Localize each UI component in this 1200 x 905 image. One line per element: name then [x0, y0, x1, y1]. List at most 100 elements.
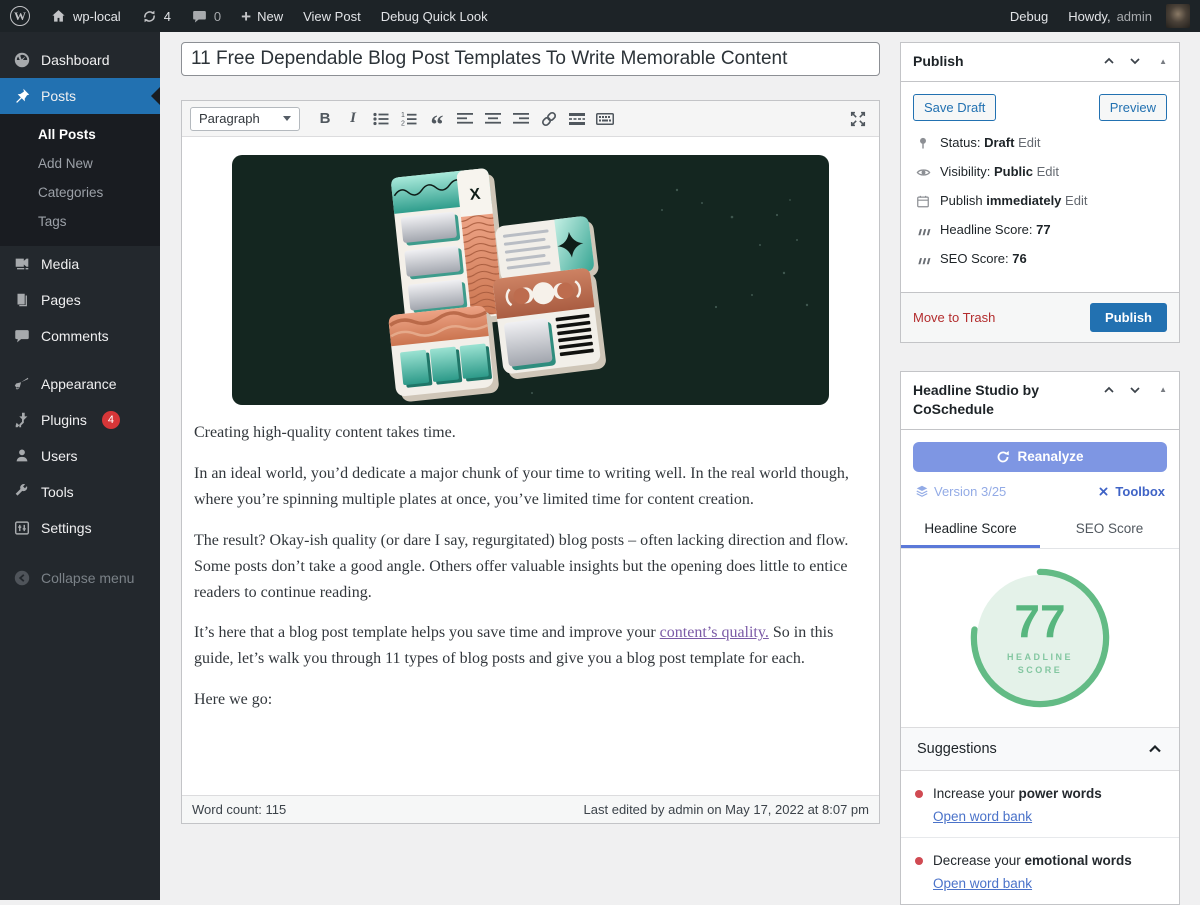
site-name-link[interactable]: wp-local: [40, 0, 131, 32]
edit-status-link[interactable]: Edit: [1018, 135, 1040, 150]
read-more-button[interactable]: [564, 106, 590, 132]
insert-link-button[interactable]: [536, 106, 562, 132]
collapse-icon: [12, 569, 32, 587]
edit-schedule-link[interactable]: Edit: [1065, 193, 1087, 208]
move-up-button[interactable]: [1101, 53, 1117, 69]
publish-button[interactable]: Publish: [1090, 303, 1167, 332]
paragraph: The result? Okay-ish quality (or dare I …: [194, 528, 867, 606]
numbered-list-button[interactable]: 12: [396, 106, 422, 132]
move-up-button[interactable]: [1101, 382, 1117, 398]
visibility-icon: [915, 164, 931, 180]
updates-link[interactable]: 4: [131, 0, 181, 32]
italic-button[interactable]: I: [340, 106, 366, 132]
editor-status-bar: Word count: 115 Last edited by admin on …: [182, 795, 879, 823]
avatar: [1166, 4, 1190, 28]
admin-bar-right: Debug Howdy, admin: [1000, 0, 1200, 32]
editor-column: Paragraph B I 12 “: [181, 42, 880, 900]
media-icon: [12, 255, 32, 273]
publish-box: Publish ▲ Save Draft Preview Status: Dra…: [900, 42, 1180, 343]
paragraph-format-select[interactable]: Paragraph: [190, 107, 300, 131]
debug-quick-look-link[interactable]: Debug Quick Look: [371, 0, 498, 32]
align-center-button[interactable]: [480, 106, 506, 132]
comments-menu-icon: [12, 327, 32, 345]
sidebar-item-media[interactable]: Media: [0, 246, 160, 282]
tab-headline-score[interactable]: Headline Score: [901, 511, 1040, 548]
comments-link[interactable]: 0: [181, 0, 231, 32]
pages-icon: [12, 291, 32, 309]
sidebar-item-comments[interactable]: Comments: [0, 318, 160, 354]
collapse-menu-button[interactable]: Collapse menu: [0, 560, 160, 596]
home-icon: [50, 8, 67, 25]
suggestion-item: Decrease your emotional words Open word …: [901, 837, 1179, 904]
align-left-icon: [455, 109, 475, 129]
debug-link[interactable]: Debug: [1000, 0, 1058, 32]
sidebar-item-all-posts[interactable]: All Posts: [0, 120, 160, 149]
svg-text:1: 1: [401, 112, 405, 119]
version-icon: [915, 484, 929, 498]
tools-icon: [12, 483, 32, 501]
paragraph: In an ideal world, you’d dedicate a majo…: [194, 461, 867, 513]
new-content-link[interactable]: + New: [231, 0, 293, 32]
open-word-bank-link[interactable]: Open word bank: [933, 809, 1032, 824]
edit-visibility-link[interactable]: Edit: [1037, 164, 1059, 179]
post-title-input[interactable]: [181, 42, 880, 76]
editor-content[interactable]: X: [182, 137, 879, 795]
howdy-text: Howdy,: [1068, 9, 1110, 24]
toggle-panel-button[interactable]: ▲: [1153, 57, 1167, 66]
main-content: Paragraph B I 12 “: [160, 32, 1200, 900]
align-center-icon: [483, 109, 503, 129]
align-right-button[interactable]: [508, 106, 534, 132]
sidebar-item-plugins[interactable]: Plugins 4: [0, 402, 160, 438]
suggestions-header[interactable]: Suggestions: [901, 727, 1179, 771]
headline-studio-header: Headline Studio by CoSchedule ▲: [901, 372, 1179, 430]
bullet-list-button[interactable]: [368, 106, 394, 132]
move-to-trash-link[interactable]: Move to Trash: [913, 310, 995, 325]
schedule-icon: [915, 193, 931, 209]
update-icon: [141, 8, 158, 25]
read-more-icon: [567, 109, 587, 129]
new-label: New: [257, 9, 283, 24]
move-down-button[interactable]: [1127, 53, 1143, 69]
toggle-panel-button[interactable]: ▲: [1153, 385, 1167, 394]
sidebar-item-categories[interactable]: Categories: [0, 178, 160, 207]
publish-box-body: Save Draft Preview Status: Draft Edit Vi…: [901, 82, 1179, 292]
paragraph: It’s here that a blog post template help…: [194, 620, 867, 672]
tab-seo-score[interactable]: SEO Score: [1040, 511, 1179, 548]
sidebar-item-pages[interactable]: Pages: [0, 282, 160, 318]
sidebar-item-dashboard[interactable]: Dashboard: [0, 42, 160, 78]
sidebar-item-users[interactable]: Users: [0, 438, 160, 474]
sidebar-item-tags[interactable]: Tags: [0, 207, 160, 236]
wordpress-menu[interactable]: W: [0, 0, 40, 32]
open-word-bank-link[interactable]: Open word bank: [933, 876, 1032, 891]
toolbar-toggle-button[interactable]: [592, 106, 618, 132]
reanalyze-button[interactable]: Reanalyze: [913, 442, 1167, 472]
keyboard-icon: [595, 109, 615, 129]
my-account-link[interactable]: Howdy, admin: [1058, 0, 1200, 32]
sidebar-item-tools[interactable]: Tools: [0, 474, 160, 510]
content-quality-link[interactable]: content’s quality.: [660, 624, 769, 641]
blockquote-button[interactable]: “: [424, 106, 450, 132]
move-down-button[interactable]: [1127, 382, 1143, 398]
chevron-down-icon: [283, 116, 291, 121]
username: admin: [1117, 9, 1152, 24]
classic-editor: Paragraph B I 12 “: [181, 100, 880, 824]
align-right-icon: [511, 109, 531, 129]
fullscreen-icon: [849, 110, 867, 128]
plugins-update-badge: 4: [102, 411, 120, 429]
save-draft-button[interactable]: Save Draft: [913, 94, 996, 121]
sidebar-item-settings[interactable]: Settings: [0, 510, 160, 546]
toolbox-button[interactable]: Toolbox: [1097, 484, 1165, 499]
preview-button[interactable]: Preview: [1099, 94, 1167, 121]
align-left-button[interactable]: [452, 106, 478, 132]
sidebar-item-posts[interactable]: Posts: [0, 78, 160, 114]
sidebar-item-add-new[interactable]: Add New: [0, 149, 160, 178]
bold-button[interactable]: B: [312, 106, 338, 132]
fullscreen-button[interactable]: [845, 106, 871, 132]
wordpress-logo-icon: W: [10, 6, 30, 26]
numbered-list-icon: 12: [399, 109, 419, 129]
headline-studio-box: Headline Studio by CoSchedule ▲ Reanalyz…: [900, 371, 1180, 905]
publish-box-title: Publish: [913, 52, 964, 72]
version-selector[interactable]: Version 3/25: [915, 484, 1006, 499]
sidebar-item-appearance[interactable]: Appearance: [0, 366, 160, 402]
view-post-link[interactable]: View Post: [293, 0, 371, 32]
